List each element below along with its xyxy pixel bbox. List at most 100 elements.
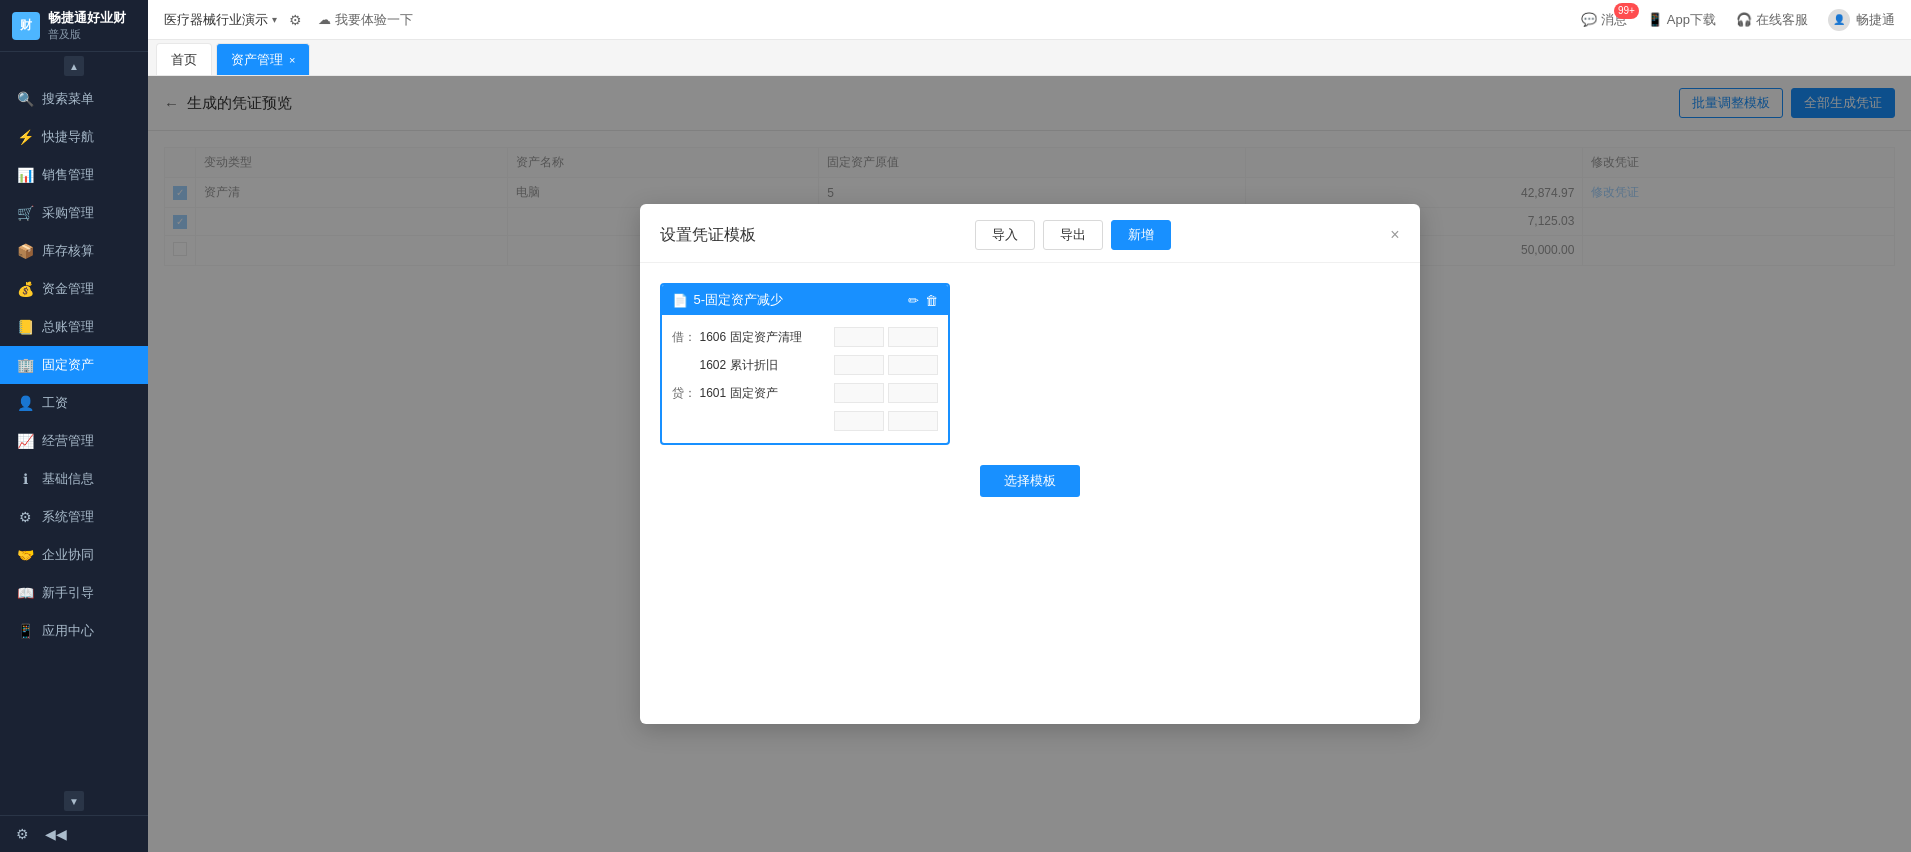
main-area: 医疗器械行业演示 ▾ ⚙ ☁ 我要体验一下 💬 消息 99+ 📱 App下载 [148,0,1911,852]
sidebar-item-coop[interactable]: 🤝 企业协同 [0,536,148,574]
amount-box-credit-3 [888,383,938,403]
sidebar-nav: 🔍 搜索菜单 ⚡ 快捷导航 📊 销售管理 🛒 采购管理 📦 库存核算 💰 [0,80,148,787]
topbar-right: 💬 消息 99+ 📱 App下载 🎧 在线客服 👤 畅捷通 [1581,9,1895,31]
template-edit-icon[interactable]: ✏ [908,293,919,308]
capital-icon: 💰 [16,280,34,298]
tab-close-icon[interactable]: × [289,54,295,66]
amount-boxes-1 [834,327,938,347]
modal-toolbar: 导入 导出 新增 [975,220,1171,250]
quick-nav-icon: ⚡ [16,128,34,146]
amount-boxes-2 [834,355,938,375]
sidebar-item-quick-nav[interactable]: ⚡ 快捷导航 [0,118,148,156]
sidebar-settings-icon[interactable]: ⚙ [16,826,29,842]
ledger-icon: 📒 [16,318,34,336]
amount-box-credit-1 [888,327,938,347]
fixed-assets-icon: 🏢 [16,356,34,374]
sidebar-item-fixed-assets[interactable]: 🏢 固定资产 [0,346,148,384]
customer-service-button[interactable]: 🎧 在线客服 [1736,11,1808,29]
sidebar-item-inventory[interactable]: 📦 库存核算 [0,232,148,270]
sidebar-label-coop: 企业协同 [42,546,94,564]
empty-row [672,407,938,435]
topbar-settings-icon[interactable]: ⚙ [289,12,302,28]
template-doc-icon: 📄 [672,293,688,308]
sales-icon: 📊 [16,166,34,184]
user-label: 畅捷通 [1856,11,1895,29]
business-icon: 📈 [16,432,34,450]
account-code-1: 1606 固定资产清理 [700,329,802,346]
amount-box-credit-2 [888,355,938,375]
app-download-label: App下载 [1667,11,1716,29]
template-card-header: 📄 5-固定资产减少 ✏ 🗑 [662,285,948,315]
sidebar-item-business[interactable]: 📈 经营管理 [0,422,148,460]
sidebar-label-app-center: 应用中心 [42,622,94,640]
template-delete-icon[interactable]: 🗑 [925,293,938,308]
set-template-modal: 设置凭证模板 导入 导出 新增 × 📄 [640,204,1420,724]
sidebar-label-ledger: 总账管理 [42,318,94,336]
experience-text: 我要体验一下 [335,11,413,29]
account-code-3: 1601 固定资产 [700,385,778,402]
app-name: 畅捷通好业财 [48,10,126,27]
sidebar-label-salary: 工资 [42,394,68,412]
modal-body: 📄 5-固定资产减少 ✏ 🗑 [640,263,1420,724]
amount-box-debit-3 [834,383,884,403]
sidebar-label-sales: 销售管理 [42,166,94,184]
sidebar-label-fixed-assets: 固定资产 [42,356,94,374]
app-edition: 普及版 [48,27,126,41]
credit-row-1: 贷： 1601 固定资产 [672,379,938,407]
select-template-button[interactable]: 选择模板 [980,465,1080,497]
template-card: 📄 5-固定资产减少 ✏ 🗑 [660,283,950,445]
amount-boxes-3 [834,383,938,403]
template-name: 5-固定资产减少 [694,291,784,309]
export-button[interactable]: 导出 [1043,220,1103,250]
system-icon: ⚙ [16,508,34,526]
sidebar-label-business: 经营管理 [42,432,94,450]
sidebar-item-capital[interactable]: 💰 资金管理 [0,270,148,308]
amount-box-debit-2 [834,355,884,375]
sidebar-item-search[interactable]: 🔍 搜索菜单 [0,80,148,118]
sidebar-label-inventory: 库存核算 [42,242,94,260]
cloud-icon: ☁ [318,12,331,27]
app-download-button[interactable]: 📱 App下载 [1647,11,1716,29]
search-icon: 🔍 [16,90,34,108]
sidebar: 财 畅捷通好业财 普及版 ▲ 🔍 搜索菜单 ⚡ 快捷导航 📊 销售管理 [0,0,148,852]
sidebar-label-guide: 新手引导 [42,584,94,602]
app-name-block: 畅捷通好业财 普及版 [48,10,126,41]
sidebar-scroll-up[interactable]: ▲ [64,56,84,76]
company-selector[interactable]: 医疗器械行业演示 ▾ [164,11,277,29]
sidebar-item-sales[interactable]: 📊 销售管理 [0,156,148,194]
modal-close-button[interactable]: × [1390,226,1399,244]
sidebar-collapse-icon[interactable]: ◀◀ [45,826,67,842]
amount-box-empty-debit [834,411,884,431]
user-menu[interactable]: 👤 畅捷通 [1828,9,1895,31]
sidebar-label-system: 系统管理 [42,508,94,526]
sidebar-item-system[interactable]: ⚙ 系统管理 [0,498,148,536]
purchase-icon: 🛒 [16,204,34,222]
sidebar-item-guide[interactable]: 📖 新手引导 [0,574,148,612]
tab-asset-mgmt[interactable]: 资产管理 × [216,43,310,75]
sidebar-item-purchase[interactable]: 🛒 采购管理 [0,194,148,232]
inventory-icon: 📦 [16,242,34,260]
company-name: 医疗器械行业演示 [164,11,268,29]
experience-button[interactable]: ☁ 我要体验一下 [318,11,413,29]
sidebar-item-app-center[interactable]: 📱 应用中心 [0,612,148,650]
avatar: 👤 [1828,9,1850,31]
sidebar-item-salary[interactable]: 👤 工资 [0,384,148,422]
sidebar-label-capital: 资金管理 [42,280,94,298]
service-icon: 🎧 [1736,12,1752,27]
salary-icon: 👤 [16,394,34,412]
coop-icon: 🤝 [16,546,34,564]
sidebar-scroll-down[interactable]: ▼ [64,791,84,811]
sidebar-item-base-info[interactable]: ℹ 基础信息 [0,460,148,498]
sidebar-label-base-info: 基础信息 [42,470,94,488]
tab-home[interactable]: 首页 [156,43,212,75]
modal-header: 设置凭证模板 导入 导出 新增 × [640,204,1420,263]
sidebar-footer: ⚙ ◀◀ [0,815,148,852]
sidebar-item-ledger[interactable]: 📒 总账管理 [0,308,148,346]
sidebar-label-quick-nav: 快捷导航 [42,128,94,146]
modal-overlay: 设置凭证模板 导入 导出 新增 × 📄 [148,76,1911,852]
app-logo: 财 [12,12,40,40]
messages-button[interactable]: 💬 消息 99+ [1581,11,1627,29]
content-area: ← 生成的凭证预览 批量调整模板 全部生成凭证 变动类型 [148,76,1911,852]
new-template-button[interactable]: 新增 [1111,220,1171,250]
import-button[interactable]: 导入 [975,220,1035,250]
